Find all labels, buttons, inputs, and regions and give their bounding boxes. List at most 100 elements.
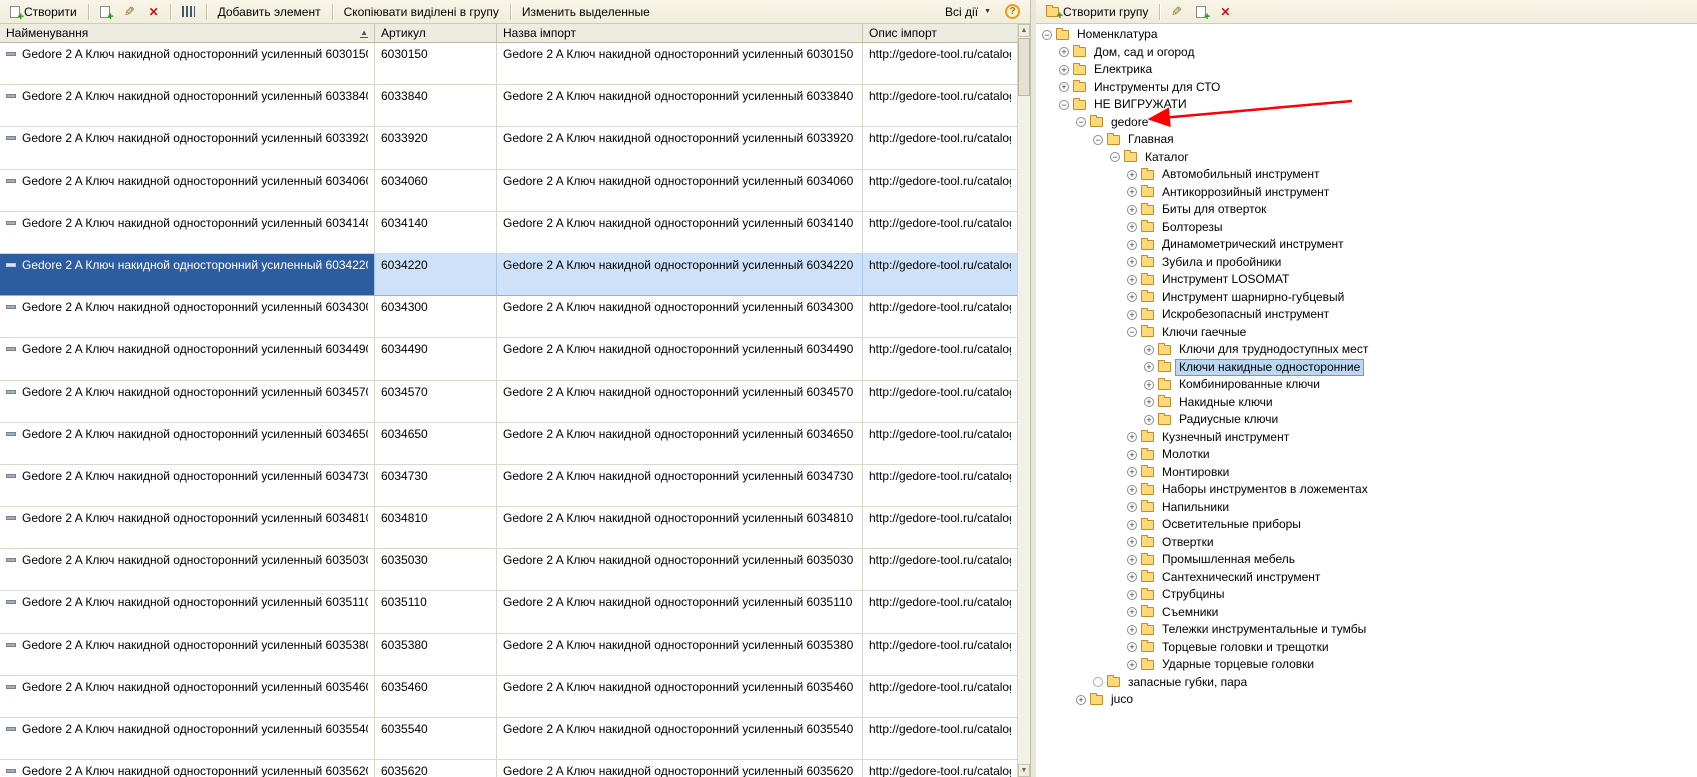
column-header-import-desc[interactable]: Опис імпорт xyxy=(863,24,1017,42)
tree-item-label[interactable]: Автомобильный инструмент xyxy=(1159,167,1322,182)
table-row[interactable]: Gedore 2 A Ключ накидной односторонний у… xyxy=(0,422,1017,465)
name-cell[interactable]: Gedore 2 A Ключ накидной односторонний у… xyxy=(0,549,375,591)
import-desc-cell[interactable]: http://gedore-tool.ru/catalog/d... xyxy=(863,212,1017,253)
import-name-cell[interactable]: Gedore 2 A Ключ накидной односторонний у… xyxy=(497,85,863,127)
help-button[interactable]: ? xyxy=(999,2,1026,22)
tree-item[interactable]: + Молотки xyxy=(1036,446,1697,464)
tree-item-label[interactable]: Кузнечный инструмент xyxy=(1159,430,1292,445)
copy-item-button[interactable]: + xyxy=(94,2,116,22)
tree-item-label[interactable]: Комбинированные ключи xyxy=(1176,377,1323,392)
scroll-up-button[interactable]: ▲ xyxy=(1018,24,1030,37)
table-row[interactable]: Gedore 2 A Ключ накидной односторонний у… xyxy=(0,675,1017,718)
copy-selected-to-group-button[interactable]: Скопіювати виділені в групу xyxy=(338,2,505,22)
tree-item[interactable]: запасные губки, пара xyxy=(1036,674,1697,692)
expand-icon[interactable]: + xyxy=(1127,484,1137,495)
name-cell[interactable]: Gedore 2 A Ключ накидной односторонний у… xyxy=(0,760,375,777)
name-cell[interactable]: Gedore 2 A Ключ накидной односторонний у… xyxy=(0,422,375,464)
import-name-cell[interactable]: Gedore 2 A Ключ накидной односторонний у… xyxy=(497,549,863,591)
import-desc-cell[interactable]: http://gedore-tool.ru/catalog/d... xyxy=(863,170,1017,211)
tree-item[interactable]: + Тележки инструментальные и тумбы xyxy=(1036,621,1697,639)
tree-item-label[interactable]: Биты для отверток xyxy=(1159,202,1269,217)
tree-item-label[interactable]: Ключи для труднодоступных мест xyxy=(1176,342,1371,357)
tree-item-label[interactable]: Отвертки xyxy=(1159,535,1217,550)
set-interval-button[interactable] xyxy=(176,2,201,22)
copy-group-button[interactable]: + xyxy=(1190,2,1212,22)
tree-item[interactable]: + Монтировки xyxy=(1036,464,1697,482)
article-cell[interactable]: 6035460 xyxy=(375,675,497,717)
article-cell[interactable]: 6034300 xyxy=(375,296,497,338)
tree-item-label[interactable]: Зубила и пробойники xyxy=(1159,255,1284,270)
column-header-article[interactable]: Артикул xyxy=(375,24,497,42)
expand-icon[interactable]: + xyxy=(1127,274,1137,285)
tree-item[interactable]: + Напильники xyxy=(1036,499,1697,517)
name-cell[interactable]: Gedore 2 A Ключ накидной односторонний у… xyxy=(0,380,375,422)
article-cell[interactable]: 6034220 xyxy=(375,253,497,296)
tree-item-label[interactable]: НЕ ВИГРУЖАТИ xyxy=(1091,97,1190,112)
name-cell[interactable]: Gedore 2 A Ключ накидной односторонний у… xyxy=(0,338,375,380)
article-cell[interactable]: 6034570 xyxy=(375,380,497,422)
expand-icon[interactable]: + xyxy=(1127,449,1137,460)
tree-item-label[interactable]: Молотки xyxy=(1159,447,1213,462)
expand-icon[interactable]: + xyxy=(1127,589,1137,600)
table-row[interactable]: Gedore 2 A Ключ накидной односторонний у… xyxy=(0,760,1017,777)
tree-item[interactable]: + Осветительные приборы xyxy=(1036,516,1697,534)
table-row[interactable]: Gedore 2 A Ключ накидной односторонний у… xyxy=(0,549,1017,592)
tree-item-label[interactable]: Струбцины xyxy=(1159,587,1228,602)
article-cell[interactable]: 6034490 xyxy=(375,338,497,380)
tree-item[interactable]: − Каталог xyxy=(1036,149,1697,167)
name-cell[interactable]: Gedore 2 A Ключ накидной односторонний у… xyxy=(0,464,375,507)
scroll-down-button[interactable]: ▼ xyxy=(1018,764,1030,777)
expand-icon[interactable]: + xyxy=(1127,432,1137,443)
name-cell[interactable]: Gedore 2 A Ключ накидной односторонний у… xyxy=(0,591,375,633)
import-desc-cell[interactable]: http://gedore-tool.ru/catalog/d... xyxy=(863,718,1017,759)
import-desc-cell[interactable]: http://gedore-tool.ru/catalog/d... xyxy=(863,43,1017,84)
collapse-icon[interactable]: − xyxy=(1059,99,1069,110)
tree-item[interactable]: − gedore xyxy=(1036,114,1697,132)
name-cell[interactable]: Gedore 2 A Ключ накидной односторонний у… xyxy=(0,718,375,760)
tree-item[interactable]: + Инструмент шарнирно-губцевый xyxy=(1036,289,1697,307)
import-name-cell[interactable]: Gedore 2 A Ключ накидной односторонний у… xyxy=(497,422,863,464)
tree-item[interactable]: + Наборы инструментов в ложементах xyxy=(1036,481,1697,499)
import-desc-cell[interactable]: http://gedore-tool.ru/catalog/d... xyxy=(863,634,1017,675)
name-cell[interactable]: Gedore 2 A Ключ накидной односторонний у… xyxy=(0,85,375,127)
tree-item[interactable]: + Електрика xyxy=(1036,61,1697,79)
tree-item-label[interactable]: Инструмент LOSOMAT xyxy=(1159,272,1292,287)
article-cell[interactable]: 6034730 xyxy=(375,464,497,507)
collapse-icon[interactable]: − xyxy=(1127,327,1137,338)
import-desc-cell[interactable]: http://gedore-tool.ru/catalog/d... xyxy=(863,296,1017,337)
table-row[interactable]: Gedore 2 A Ключ накидной односторонний у… xyxy=(0,633,1017,676)
tree-item-label[interactable]: Торцевые головки и трещотки xyxy=(1159,640,1332,655)
create-button[interactable]: + Створити xyxy=(4,2,83,22)
all-actions-button[interactable]: Всі дії ▼ xyxy=(939,2,997,22)
tree-item[interactable]: + Ударные торцевые головки xyxy=(1036,656,1697,674)
article-cell[interactable]: 6035380 xyxy=(375,633,497,675)
expand-icon[interactable]: + xyxy=(1127,467,1137,478)
tree-item-label[interactable]: Съемники xyxy=(1159,605,1221,620)
tree-item[interactable]: + Болторезы xyxy=(1036,219,1697,237)
delete-item-button[interactable]: ✕ xyxy=(143,2,165,22)
import-desc-cell[interactable]: http://gedore-tool.ru/catalog/d... xyxy=(863,85,1017,126)
add-element-button[interactable]: Добавить элемент xyxy=(212,2,327,22)
tree-item-label[interactable]: Номенклатура xyxy=(1074,27,1161,42)
tree-item[interactable]: + Антикоррозийный инструмент xyxy=(1036,184,1697,202)
article-cell[interactable]: 6035030 xyxy=(375,549,497,591)
name-cell[interactable]: Gedore 2 A Ключ накидной односторонний у… xyxy=(0,169,375,211)
tree-item-label[interactable]: Електрика xyxy=(1091,62,1155,77)
import-desc-cell[interactable]: http://gedore-tool.ru/catalog/d... xyxy=(863,676,1017,717)
import-desc-cell[interactable]: http://gedore-tool.ru/catalog/d... xyxy=(863,549,1017,590)
tree-item[interactable]: − Ключи гаечные xyxy=(1036,324,1697,342)
tree-item[interactable]: + Инструменты для СТО xyxy=(1036,79,1697,97)
name-cell[interactable]: Gedore 2 A Ключ накидной односторонний у… xyxy=(0,127,375,169)
expand-icon[interactable]: + xyxy=(1059,47,1069,58)
import-name-cell[interactable]: Gedore 2 A Ключ накидной односторонний у… xyxy=(497,338,863,380)
edit-item-button[interactable]: ✎ xyxy=(118,2,141,22)
tree-item-label[interactable]: Ключи гаечные xyxy=(1159,325,1249,340)
tree-item[interactable]: + Радиусные ключи xyxy=(1036,411,1697,429)
tree-item[interactable]: + Отвертки xyxy=(1036,534,1697,552)
import-desc-cell[interactable]: http://gedore-tool.ru/catalog/d... xyxy=(863,465,1017,506)
column-header-import-name[interactable]: Назва імпорт xyxy=(497,24,863,42)
expand-icon[interactable]: + xyxy=(1127,239,1137,250)
expand-icon[interactable]: + xyxy=(1127,642,1137,653)
article-cell[interactable]: 6034140 xyxy=(375,211,497,253)
tree-item[interactable]: + Торцевые головки и трещотки xyxy=(1036,639,1697,657)
